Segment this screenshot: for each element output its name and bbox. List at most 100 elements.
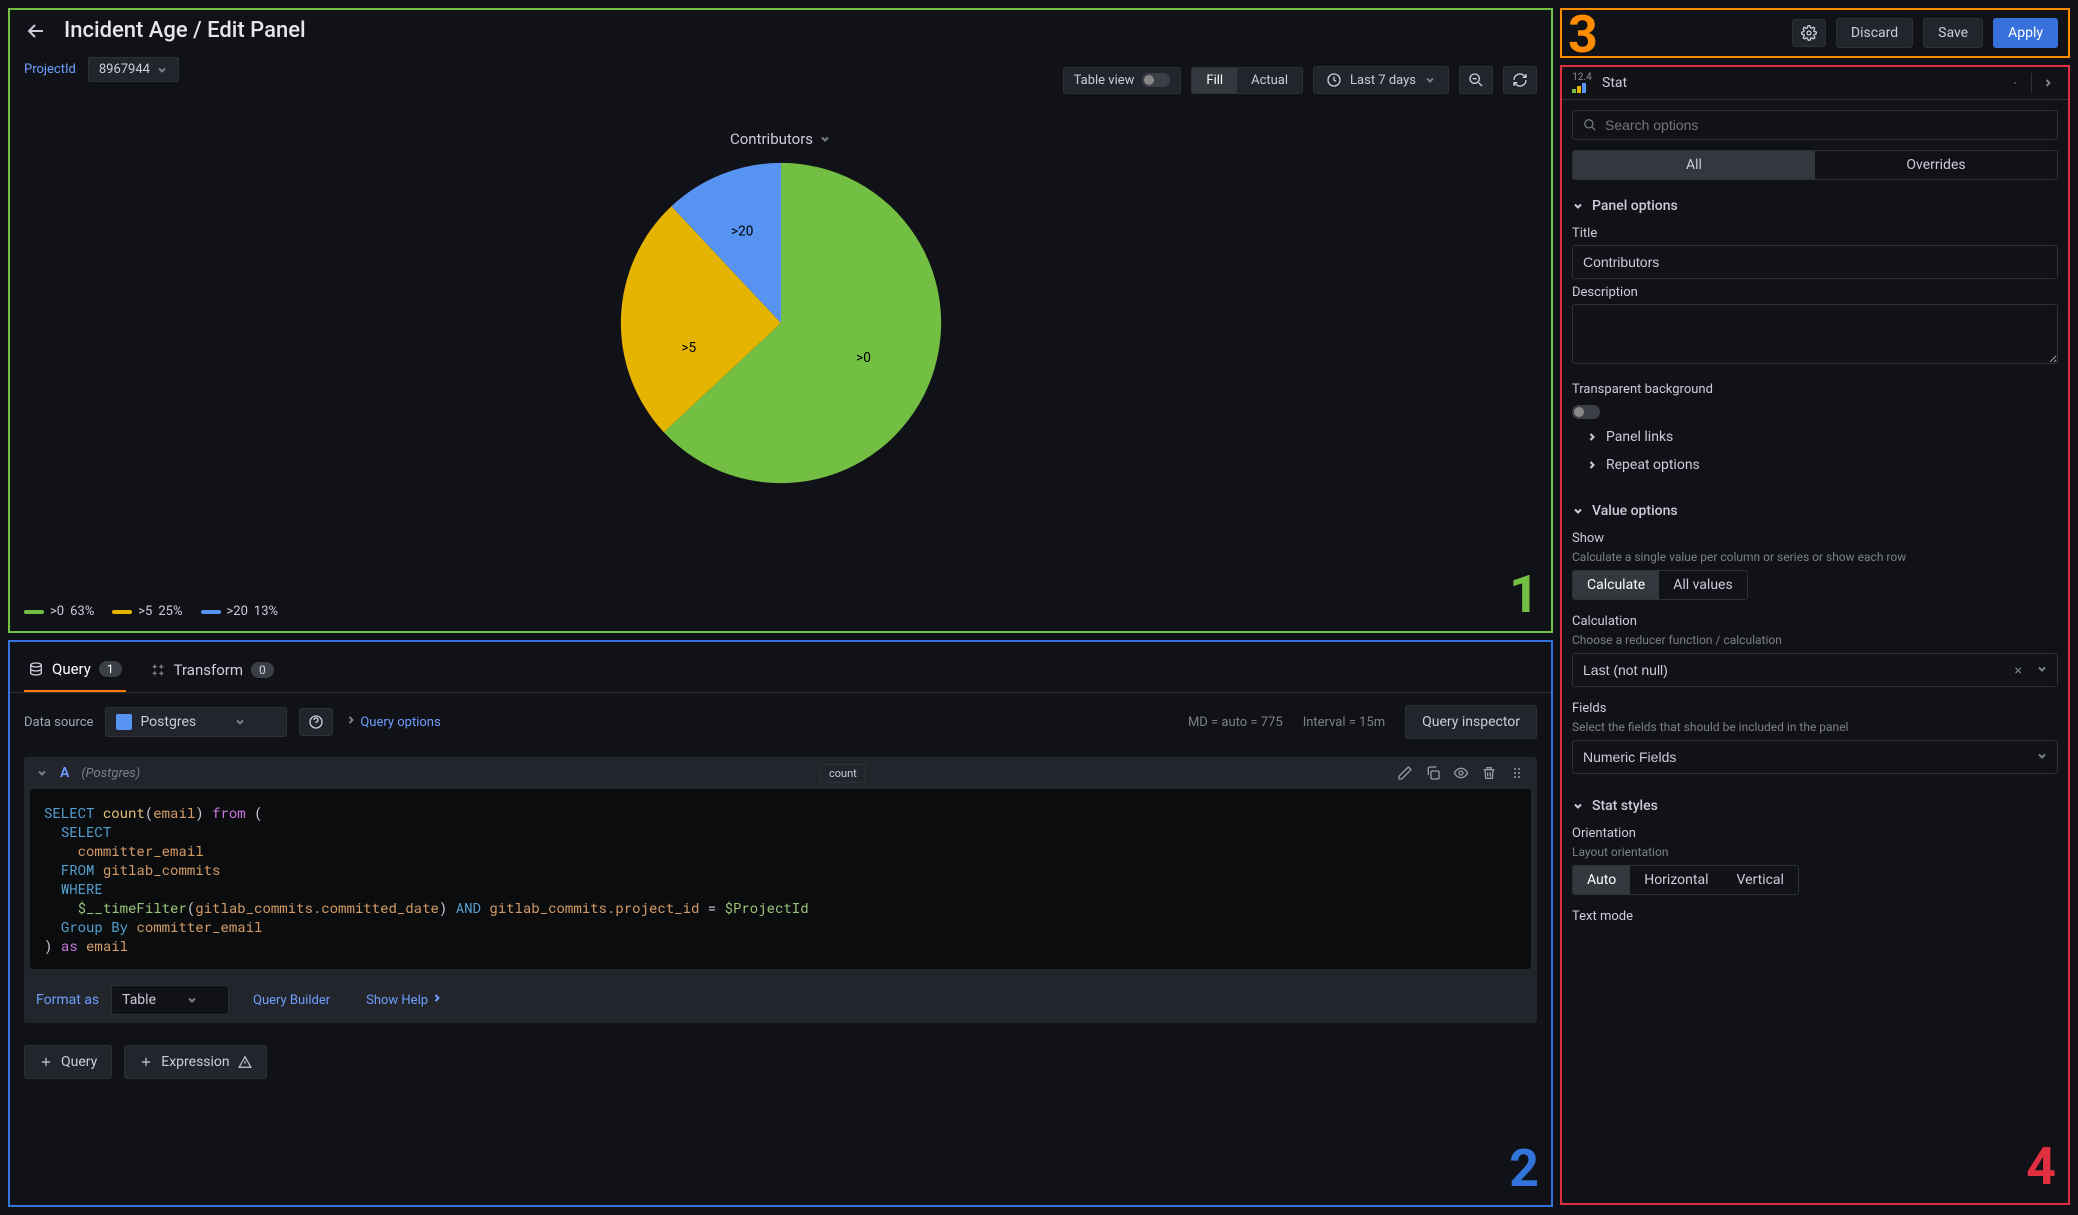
data-source-value: Postgres	[140, 714, 196, 730]
table-view-toggle[interactable]: Table view	[1063, 67, 1182, 94]
gear-icon	[1801, 25, 1817, 41]
legend-label: >5	[138, 604, 152, 619]
orientation-auto[interactable]: Auto	[1573, 866, 1630, 894]
page-title: Incident Age / Edit Panel	[64, 18, 306, 43]
zoom-out-icon	[1468, 72, 1484, 88]
chevron-down-icon	[186, 994, 198, 1006]
value-options-header[interactable]: Value options	[1572, 497, 2058, 525]
panel-links-section[interactable]: Panel links	[1572, 423, 2058, 451]
legend-item[interactable]: >20 13%	[201, 604, 279, 619]
show-desc: Calculate a single value per column or s…	[1572, 550, 2058, 564]
tab-transform[interactable]: Transform 0	[146, 652, 278, 692]
time-range-picker[interactable]: Last 7 days	[1313, 66, 1449, 94]
chart-container: Contributors >0 >5 >20	[10, 130, 1551, 581]
chevron-right-icon	[2042, 77, 2054, 89]
clear-icon[interactable]: ×	[2015, 663, 2022, 679]
query-meta-md: MD = auto = 775	[1188, 715, 1283, 730]
stat-styles-title: Stat styles	[1592, 798, 1658, 814]
apply-button[interactable]: Apply	[1993, 18, 2058, 48]
chart-title-text: Contributors	[730, 130, 813, 148]
tab-transform-label: Transform	[174, 661, 243, 679]
repeat-options-section[interactable]: Repeat options	[1572, 451, 2058, 479]
svg-text:>5: >5	[681, 340, 696, 356]
format-as-select[interactable]: Table	[111, 985, 229, 1015]
actual-option[interactable]: Actual	[1237, 68, 1302, 93]
template-variable-value[interactable]: 8967944	[88, 57, 179, 82]
chevron-down-icon[interactable]	[36, 767, 48, 779]
save-button[interactable]: Save	[1923, 18, 1983, 48]
panel-options-header[interactable]: Panel options	[1572, 192, 2058, 220]
transform-icon	[150, 662, 166, 678]
chevron-down-icon[interactable]	[2009, 77, 2021, 89]
repeat-options-label: Repeat options	[1606, 457, 1700, 473]
sql-editor[interactable]: SELECT count(email) from ( SELECT commit…	[30, 789, 1531, 969]
chevron-down-icon	[1572, 800, 1584, 812]
edit-icon[interactable]	[1397, 765, 1413, 781]
fields-select[interactable]	[1572, 740, 2058, 774]
calculation-select[interactable]	[1572, 653, 2058, 687]
visualization-picker[interactable]: 12.4 Stat	[1562, 67, 2068, 100]
query-builder-button[interactable]: Query Builder	[241, 987, 342, 1014]
search-options-input[interactable]	[1605, 117, 2047, 133]
search-options[interactable]	[1572, 110, 2058, 140]
region-marker: 4	[2026, 1136, 2056, 1197]
tab-query[interactable]: Query 1	[24, 652, 126, 692]
chevron-down-icon	[1424, 74, 1436, 86]
orientation-horizontal[interactable]: Horizontal	[1630, 866, 1722, 894]
query-row-datasource: (Postgres)	[81, 766, 140, 781]
template-variable-label: ProjectId	[24, 62, 76, 77]
zoom-out-button[interactable]	[1459, 66, 1493, 94]
query-row: A (Postgres) SELECT count(email) from ( …	[24, 757, 1537, 1023]
title-input[interactable]	[1572, 245, 2058, 279]
refresh-button[interactable]	[1503, 66, 1537, 94]
stat-styles-header[interactable]: Stat styles	[1572, 792, 2058, 820]
data-source-select[interactable]: Postgres	[105, 707, 287, 737]
chevron-down-icon	[156, 64, 168, 76]
fields-label: Fields	[1572, 701, 2058, 716]
fill-option[interactable]: Fill	[1192, 68, 1237, 93]
viz-expand-button[interactable]	[2031, 73, 2058, 93]
chart-legend: >0 63% >5 25% >20 13%	[24, 604, 278, 619]
variable-value-text: 8967944	[99, 62, 150, 77]
svg-text:>20: >20	[730, 224, 752, 240]
region-marker: 3	[1568, 4, 1598, 65]
show-help-button[interactable]: Show Help	[354, 986, 455, 1014]
orientation-vertical[interactable]: Vertical	[1722, 866, 1797, 894]
copy-icon[interactable]	[1425, 765, 1441, 781]
back-arrow-icon[interactable]	[24, 19, 48, 43]
add-query-button[interactable]: Query	[24, 1045, 112, 1079]
eye-icon[interactable]	[1453, 765, 1469, 781]
options-tab-all[interactable]: All	[1573, 151, 1815, 179]
data-source-label: Data source	[24, 715, 93, 730]
chart-title[interactable]: Contributors	[730, 130, 831, 148]
discard-button[interactable]: Discard	[1836, 18, 1913, 48]
add-query-label: Query	[61, 1054, 97, 1070]
query-row-letter[interactable]: A	[60, 765, 69, 781]
drag-icon[interactable]	[1509, 765, 1525, 781]
warning-icon	[238, 1055, 252, 1069]
chevron-right-icon	[345, 714, 357, 726]
orientation-desc: Layout orientation	[1572, 845, 2058, 859]
title-label: Title	[1572, 226, 2058, 241]
legend-item[interactable]: >0 63%	[24, 604, 94, 619]
tab-transform-count: 0	[251, 662, 274, 678]
fields-desc: Select the fields that should be include…	[1572, 720, 2058, 734]
fill-actual-segment: Fill Actual	[1191, 67, 1303, 94]
panel-actions: 3 Discard Save Apply	[1560, 8, 2070, 58]
description-input[interactable]	[1572, 304, 2058, 364]
panel-settings-button[interactable]	[1792, 19, 1826, 47]
options-tab-overrides[interactable]: Overrides	[1815, 151, 2057, 179]
add-expression-button[interactable]: Expression	[124, 1045, 266, 1079]
trash-icon[interactable]	[1481, 765, 1497, 781]
query-inspector-button[interactable]: Query inspector	[1405, 705, 1537, 739]
panel-links-label: Panel links	[1606, 429, 1673, 445]
calculation-desc: Choose a reducer function / calculation	[1572, 633, 2058, 647]
query-options-toggle[interactable]: Query options	[345, 714, 441, 730]
legend-item[interactable]: >5 25%	[112, 604, 182, 619]
add-expression-label: Expression	[161, 1054, 229, 1070]
show-calculate-option[interactable]: Calculate	[1573, 571, 1659, 599]
value-options-title: Value options	[1592, 503, 1678, 519]
transparent-bg-toggle[interactable]	[1572, 405, 1600, 419]
data-source-help-button[interactable]	[299, 708, 333, 736]
show-all-values-option[interactable]: All values	[1659, 571, 1746, 599]
